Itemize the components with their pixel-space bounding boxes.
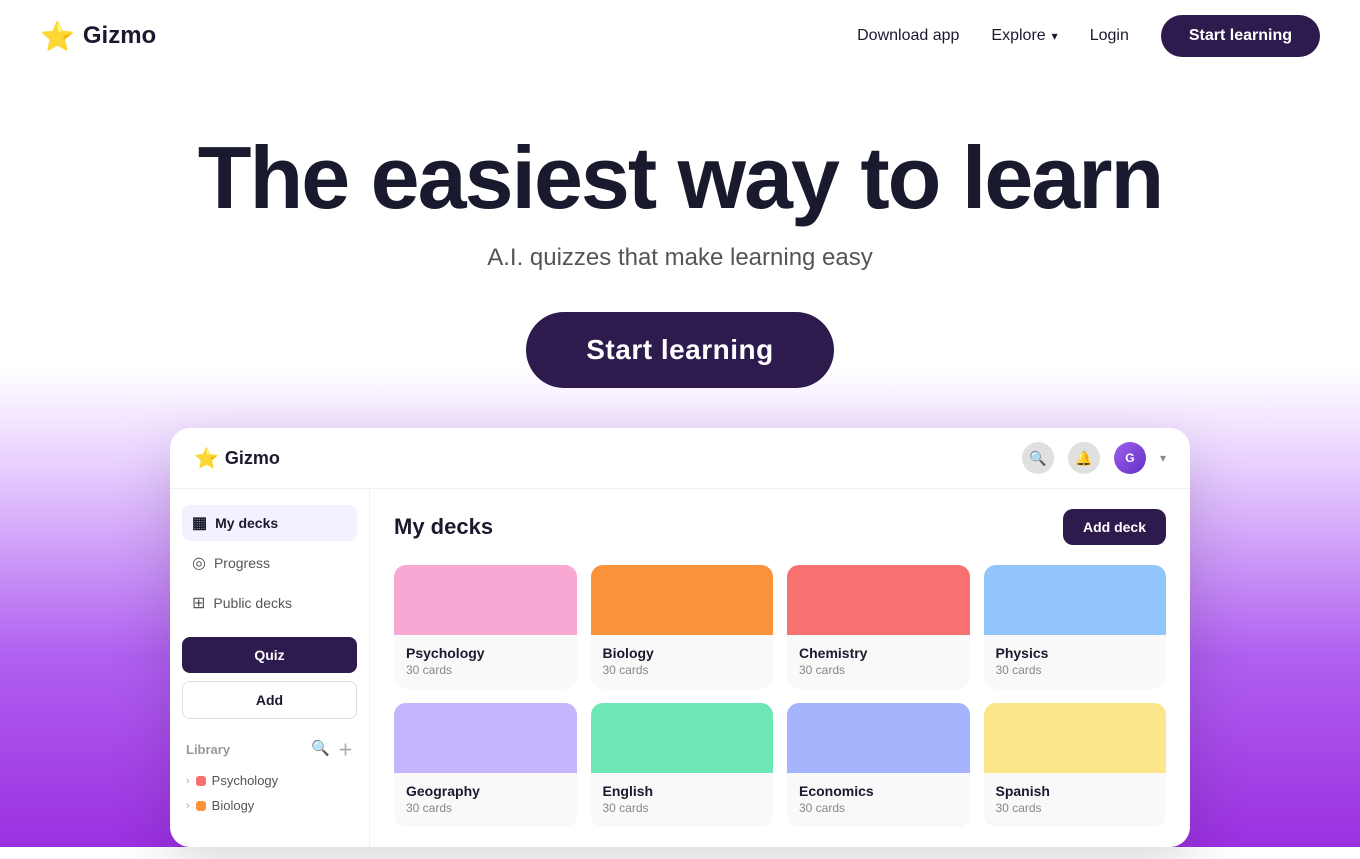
deck-color-english bbox=[591, 703, 774, 773]
deck-count-english: 30 cards bbox=[603, 801, 762, 815]
navbar: ⭐ Gizmo Download app Explore ▾ Login Sta… bbox=[0, 0, 1360, 72]
library-item-biology[interactable]: › Biology bbox=[182, 793, 357, 818]
deck-info-physics: Physics 30 cards bbox=[984, 635, 1167, 689]
library-label: Library bbox=[186, 742, 230, 757]
logo-star-icon: ⭐ bbox=[40, 20, 75, 53]
sidebar-item-public-decks[interactable]: ⊞ Public decks bbox=[182, 585, 357, 621]
deck-color-physics bbox=[984, 565, 1167, 635]
deck-card-physics[interactable]: Physics 30 cards bbox=[984, 565, 1167, 689]
psychology-dot bbox=[196, 776, 206, 786]
app-body: ▦ My decks ◎ Progress ⊞ Public decks Qui… bbox=[170, 489, 1190, 847]
app-header-icons: 🔍 🔔 G ▾ bbox=[1022, 442, 1166, 474]
main-title: My decks bbox=[394, 514, 493, 540]
deck-card-chemistry[interactable]: Chemistry 30 cards bbox=[787, 565, 970, 689]
deck-card-biology[interactable]: Biology 30 cards bbox=[591, 565, 774, 689]
deck-card-spanish[interactable]: Spanish 30 cards bbox=[984, 703, 1167, 827]
app-mockup-logo: ⭐ Gizmo bbox=[194, 446, 280, 471]
my-decks-icon: ▦ bbox=[192, 513, 207, 533]
add-button[interactable]: Add bbox=[182, 681, 357, 719]
deck-color-geography bbox=[394, 703, 577, 773]
deck-info-biology: Biology 30 cards bbox=[591, 635, 774, 689]
app-preview-section: ⭐ Gizmo 🔍 🔔 G ▾ ▦ My decks ◎ Progress bbox=[0, 368, 1360, 847]
deck-info-spanish: Spanish 30 cards bbox=[984, 773, 1167, 827]
deck-color-biology bbox=[591, 565, 774, 635]
deck-info-english: English 30 cards bbox=[591, 773, 774, 827]
explore-label: Explore bbox=[991, 27, 1045, 45]
library-icons: 🔍 ＋ bbox=[311, 739, 353, 760]
deck-count-biology: 30 cards bbox=[603, 663, 762, 677]
main-content: My decks Add deck Psychology 30 cards bbox=[370, 489, 1190, 847]
search-icon[interactable]: 🔍 bbox=[1022, 442, 1054, 474]
explore-button[interactable]: Explore ▾ bbox=[991, 27, 1057, 45]
deck-name-physics: Physics bbox=[996, 645, 1155, 661]
sidebar-action-buttons: Quiz Add bbox=[182, 637, 357, 719]
deck-color-spanish bbox=[984, 703, 1167, 773]
deck-name-chemistry: Chemistry bbox=[799, 645, 958, 661]
deck-count-physics: 30 cards bbox=[996, 663, 1155, 677]
deck-card-economics[interactable]: Economics 30 cards bbox=[787, 703, 970, 827]
deck-count-geography: 30 cards bbox=[406, 801, 565, 815]
deck-info-chemistry: Chemistry 30 cards bbox=[787, 635, 970, 689]
download-app-button[interactable]: Download app bbox=[857, 27, 959, 45]
login-button[interactable]: Login bbox=[1090, 27, 1129, 45]
deck-name-geography: Geography bbox=[406, 783, 565, 799]
deck-count-chemistry: 30 cards bbox=[799, 663, 958, 677]
deck-card-psychology[interactable]: Psychology 30 cards bbox=[394, 565, 577, 689]
deck-name-spanish: Spanish bbox=[996, 783, 1155, 799]
deck-count-spanish: 30 cards bbox=[996, 801, 1155, 815]
hero-section: The easiest way to learn A.I. quizzes th… bbox=[0, 72, 1360, 388]
deck-card-english[interactable]: English 30 cards bbox=[591, 703, 774, 827]
hero-start-learning-button[interactable]: Start learning bbox=[526, 312, 833, 388]
deck-info-geography: Geography 30 cards bbox=[394, 773, 577, 827]
deck-grid: Psychology 30 cards Biology 30 cards bbox=[394, 565, 1166, 827]
biology-label: Biology bbox=[212, 798, 255, 813]
biology-dot bbox=[196, 801, 206, 811]
app-mockup: ⭐ Gizmo 🔍 🔔 G ▾ ▦ My decks ◎ Progress bbox=[170, 428, 1190, 847]
sidebar-library: Library 🔍 ＋ › Psychology › bbox=[182, 739, 357, 818]
hero-subtitle: A.I. quizzes that make learning easy bbox=[20, 244, 1340, 272]
deck-color-chemistry bbox=[787, 565, 970, 635]
deck-name-economics: Economics bbox=[799, 783, 958, 799]
sidebar: ▦ My decks ◎ Progress ⊞ Public decks Qui… bbox=[170, 489, 370, 847]
deck-color-economics bbox=[787, 703, 970, 773]
library-add-icon[interactable]: ＋ bbox=[338, 739, 353, 760]
library-search-icon[interactable]: 🔍 bbox=[311, 739, 330, 760]
logo-text: Gizmo bbox=[83, 22, 156, 50]
app-logo-text: Gizmo bbox=[225, 448, 280, 469]
deck-count-psychology: 30 cards bbox=[406, 663, 565, 677]
sidebar-public-decks-label: Public decks bbox=[213, 595, 292, 611]
expand-arrow-icon: › bbox=[186, 775, 190, 787]
progress-icon: ◎ bbox=[192, 553, 206, 573]
nav-start-learning-button[interactable]: Start learning bbox=[1161, 15, 1320, 57]
deck-info-psychology: Psychology 30 cards bbox=[394, 635, 577, 689]
deck-count-economics: 30 cards bbox=[799, 801, 958, 815]
deck-name-biology: Biology bbox=[603, 645, 762, 661]
app-logo-star-icon: ⭐ bbox=[194, 446, 219, 471]
public-decks-icon: ⊞ bbox=[192, 593, 205, 613]
main-content-header: My decks Add deck bbox=[394, 509, 1166, 545]
logo-link[interactable]: ⭐ Gizmo bbox=[40, 20, 156, 53]
app-mockup-header: ⭐ Gizmo 🔍 🔔 G ▾ bbox=[170, 428, 1190, 489]
add-deck-button[interactable]: Add deck bbox=[1063, 509, 1166, 545]
avatar[interactable]: G bbox=[1114, 442, 1146, 474]
deck-color-psychology bbox=[394, 565, 577, 635]
sidebar-my-decks-label: My decks bbox=[215, 515, 278, 531]
library-item-psychology[interactable]: › Psychology bbox=[182, 768, 357, 793]
avatar-chevron-icon: ▾ bbox=[1160, 451, 1166, 465]
deck-info-economics: Economics 30 cards bbox=[787, 773, 970, 827]
quiz-button[interactable]: Quiz bbox=[182, 637, 357, 673]
sidebar-item-progress[interactable]: ◎ Progress bbox=[182, 545, 357, 581]
deck-name-english: English bbox=[603, 783, 762, 799]
nav-links: Download app Explore ▾ Login Start learn… bbox=[857, 15, 1320, 57]
deck-card-geography[interactable]: Geography 30 cards bbox=[394, 703, 577, 827]
sidebar-item-my-decks[interactable]: ▦ My decks bbox=[182, 505, 357, 541]
hero-title: The easiest way to learn bbox=[20, 132, 1340, 224]
sidebar-progress-label: Progress bbox=[214, 555, 270, 571]
chevron-down-icon: ▾ bbox=[1052, 29, 1058, 43]
expand-arrow-icon: › bbox=[186, 800, 190, 812]
deck-name-psychology: Psychology bbox=[406, 645, 565, 661]
psychology-label: Psychology bbox=[212, 773, 278, 788]
bell-icon[interactable]: 🔔 bbox=[1068, 442, 1100, 474]
library-header: Library 🔍 ＋ bbox=[182, 739, 357, 760]
